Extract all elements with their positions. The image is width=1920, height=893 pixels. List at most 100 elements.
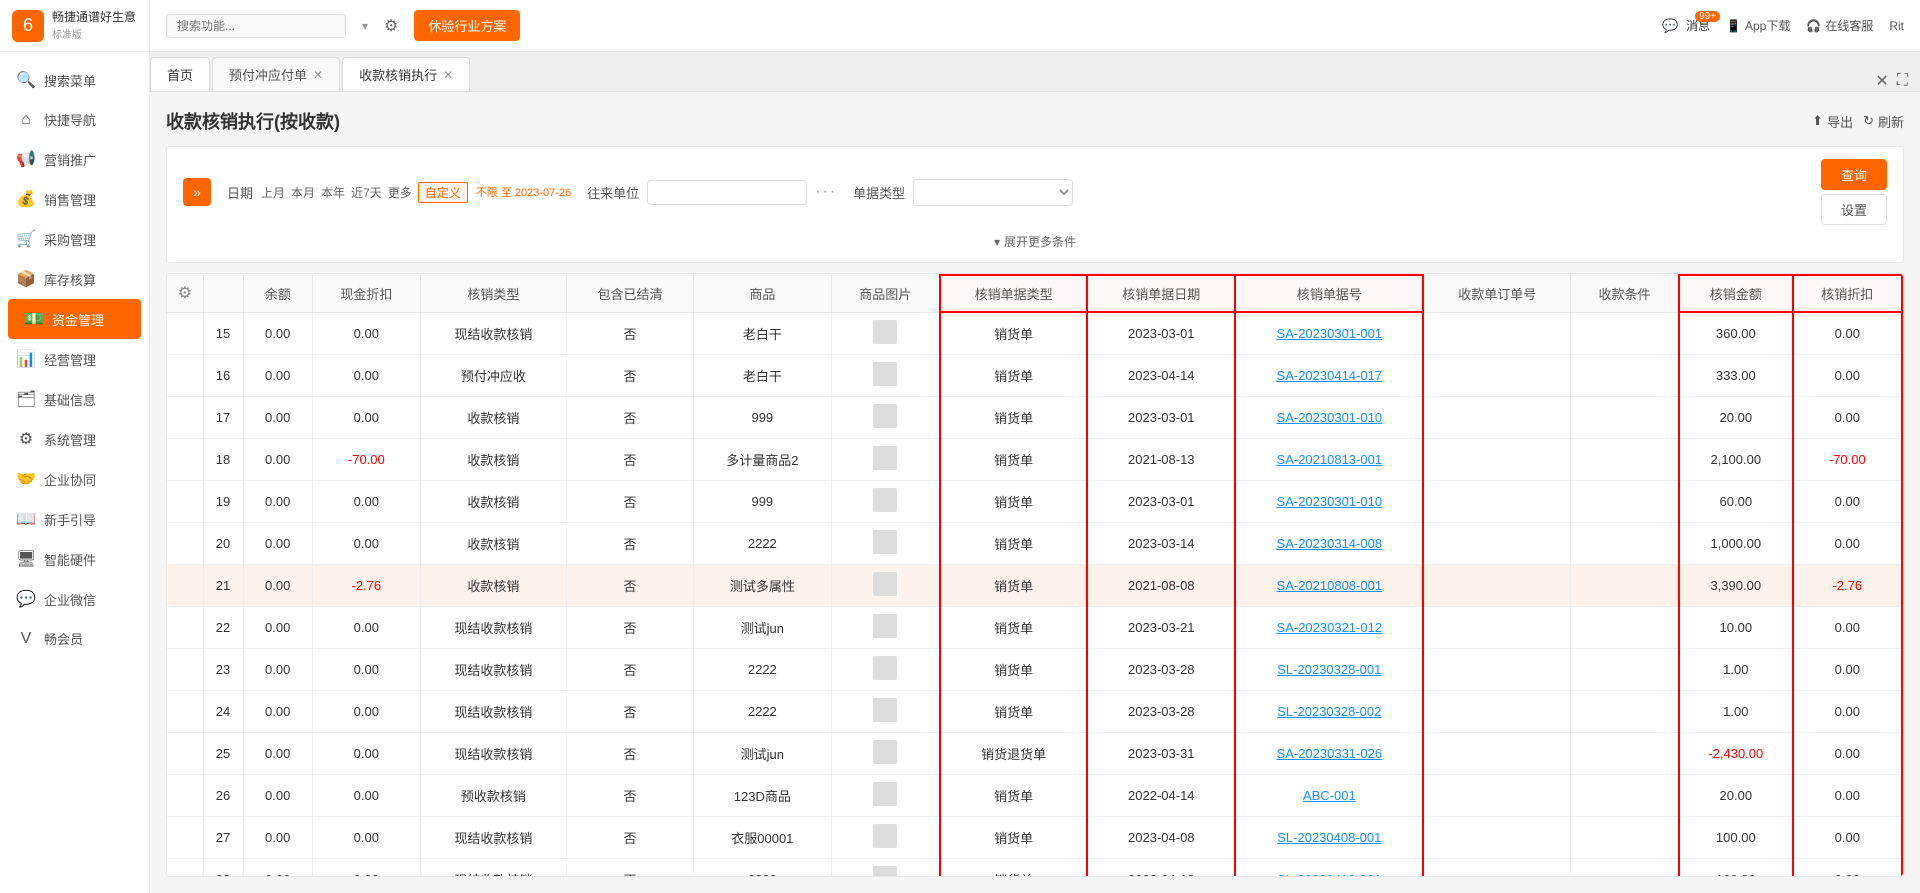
cell-bill-date: 2023-04-14 xyxy=(1087,354,1235,396)
sidebar-item-guide[interactable]: 📖新手引导 xyxy=(0,499,149,539)
filter-expand-more-btn[interactable]: ▾ 展开更多条件 xyxy=(994,233,1076,250)
topbar-search[interactable] xyxy=(166,14,346,38)
cell-seq: 28 xyxy=(203,858,243,877)
refresh-btn[interactable]: ↻ 刷新 xyxy=(1863,112,1904,131)
cell-bill-no[interactable]: SA-20230414-017 xyxy=(1235,354,1423,396)
cell-writeoff-type: 预收款核销 xyxy=(420,774,566,816)
industry-btn[interactable]: 休验行业方案 xyxy=(414,10,520,41)
cell-receipt-order-no xyxy=(1423,438,1570,480)
cell-bill-no[interactable]: SA-20210813-001 xyxy=(1235,438,1423,480)
notify-icon[interactable]: 💬 99+ 消息 xyxy=(1662,17,1710,34)
filter-expand-btn[interactable]: » xyxy=(183,178,211,206)
cell-product-image xyxy=(831,816,940,858)
cell-bill-no[interactable]: SA-20230301-001 xyxy=(1235,312,1423,354)
cell-bill-no[interactable]: SL-20230328-002 xyxy=(1235,690,1423,732)
filter-date-7days[interactable]: 近7天 xyxy=(351,184,382,201)
filter-date-this-month[interactable]: 本月 xyxy=(291,184,315,201)
sidebar-item-member[interactable]: V畅会员 xyxy=(0,619,149,658)
cell-cash-discount: 0.00 xyxy=(312,732,420,774)
tab-prepay[interactable]: 预付冲应付单 ✕ xyxy=(212,57,340,91)
cell-writeoff-discount: 0.00 xyxy=(1793,396,1902,438)
col-settings-icon[interactable]: ⚙ xyxy=(178,285,192,302)
filter-date-last-month[interactable]: 上月 xyxy=(261,184,285,201)
filter-partner-input[interactable] xyxy=(647,180,807,205)
tab-expand-btn[interactable]: ⛶ xyxy=(1897,72,1908,90)
sidebar-item-wechat[interactable]: 💬企业微信 xyxy=(0,579,149,619)
cell-receipt-order-no xyxy=(1423,480,1570,522)
col-product-image: 商品图片 xyxy=(831,275,940,312)
cell-writeoff-type: 现结收款核销 xyxy=(420,648,566,690)
cell-receipt-order-no xyxy=(1423,312,1570,354)
cell-product-image xyxy=(831,732,940,774)
cell-bill-no[interactable]: SA-20210808-001 xyxy=(1235,564,1423,606)
sidebar-item-marketing[interactable]: 📢营销推广 xyxy=(0,139,149,179)
tab-prepay-close-icon[interactable]: ✕ xyxy=(313,68,323,82)
sidebar-item-label-guide: 新手引导 xyxy=(44,510,96,529)
cell-bill-type: 销货单 xyxy=(940,522,1088,564)
sidebar-item-finance[interactable]: 💵资金管理 xyxy=(8,299,141,339)
filter-date-this-year[interactable]: 本年 xyxy=(321,184,345,201)
cell-bill-no[interactable]: SA-20230301-010 xyxy=(1235,396,1423,438)
app-download[interactable]: 📱 App下载 xyxy=(1726,17,1790,34)
cell-writeoff-type: 现结收款核销 xyxy=(420,816,566,858)
sidebar-item-basic[interactable]: 🗂基础信息 xyxy=(0,379,149,419)
cell-bill-no[interactable]: SL-20230418-001 xyxy=(1235,858,1423,877)
sidebar-item-purchase[interactable]: 🛒采购管理 xyxy=(0,219,149,259)
topbar-chevron-icon[interactable]: ▾ xyxy=(362,19,368,33)
col-cash-discount: 现金折扣 xyxy=(312,275,420,312)
tab-writeoff[interactable]: 收款核销执行 ✕ xyxy=(342,57,470,91)
sidebar-item-quicknav[interactable]: ⌂快捷导航 xyxy=(0,100,149,139)
cell-bill-no[interactable]: SA-20230301-010 xyxy=(1235,480,1423,522)
cell-writeoff-discount: 0.00 xyxy=(1793,690,1902,732)
online-service[interactable]: 🎧 在线客服 xyxy=(1806,17,1873,34)
sidebar-item-system[interactable]: ⚙系统管理 xyxy=(0,419,149,459)
cell-product-image xyxy=(831,858,940,877)
sidebar-item-inventory[interactable]: 📦库存核算 xyxy=(0,259,149,299)
cell-bill-no[interactable]: SA-20230331-026 xyxy=(1235,732,1423,774)
cell-bill-no[interactable]: SL-20230328-001 xyxy=(1235,648,1423,690)
filter-receipt-type-select[interactable] xyxy=(913,179,1073,206)
col-settings[interactable]: ⚙ xyxy=(167,275,203,312)
sidebar-item-search[interactable]: 🔍搜索菜单 xyxy=(0,60,149,100)
cell-receipt-cond xyxy=(1570,858,1679,877)
data-table: ⚙ 余额 现金折扣 核销类型 包含已结清 商品 商品图片 核销单据类型 核销单据… xyxy=(167,274,1903,877)
cell-seq: 15 xyxy=(203,312,243,354)
filter-query-btn[interactable]: 查询 xyxy=(1821,159,1887,190)
filter-date-more[interactable]: 更多 xyxy=(388,184,412,201)
cell-seq: 16 xyxy=(203,354,243,396)
sidebar-item-hardware[interactable]: 🖥智能硬件 xyxy=(0,539,149,579)
cell-include-settled: 否 xyxy=(566,858,693,877)
sidebar-item-business[interactable]: 📊经营管理 xyxy=(0,339,149,379)
tab-writeoff-close-icon[interactable]: ✕ xyxy=(443,68,453,82)
cell-balance: 0.00 xyxy=(243,690,312,732)
cell-writeoff-type: 现结收款核销 xyxy=(420,858,566,877)
topbar-gear-icon[interactable]: ⚙ xyxy=(384,16,398,36)
cell-bill-no[interactable]: SA-20230321-012 xyxy=(1235,606,1423,648)
cell-bill-no[interactable]: SA-20230314-008 xyxy=(1235,522,1423,564)
filter-date-links: 上月 本月 本年 近7天 更多 自定义 xyxy=(261,182,468,203)
sidebar-item-collab[interactable]: 🤝企业协同 xyxy=(0,459,149,499)
sidebar-item-sales[interactable]: 💰销售管理 xyxy=(0,179,149,219)
filter-settings-btn[interactable]: 设置 xyxy=(1821,194,1887,225)
filter-date-custom[interactable]: 自定义 xyxy=(418,182,468,203)
filter-receipt-type-group: 单据类型 xyxy=(853,179,1073,206)
export-btn[interactable]: ⬆ 导出 xyxy=(1812,112,1853,131)
cell-bill-no[interactable]: ABC-001 xyxy=(1235,774,1423,816)
cell-include-settled: 否 xyxy=(566,396,693,438)
cell-cash-discount: 0.00 xyxy=(312,816,420,858)
cell-receipt-order-no xyxy=(1423,354,1570,396)
cell-product-image xyxy=(831,690,940,732)
marketing-icon: 📢 xyxy=(16,149,36,169)
logo: 6 畅捷通谱好生意 标准版 xyxy=(0,0,149,52)
page-actions: ⬆ 导出 ↻ 刷新 xyxy=(1812,112,1904,131)
col-balance: 余额 xyxy=(243,275,312,312)
tab-home[interactable]: 首页 xyxy=(150,57,210,91)
filter-more-row: ▾ 展开更多条件 xyxy=(183,233,1887,250)
cell-include-settled: 否 xyxy=(566,564,693,606)
cell-receipt-cond xyxy=(1570,732,1679,774)
cell-product-image xyxy=(831,354,940,396)
cell-bill-no[interactable]: SL-20230408-001 xyxy=(1235,816,1423,858)
filter-bar: » 日期 上月 本月 本年 近7天 更多 自定义 不限 至 2023-07-26… xyxy=(166,146,1904,263)
tab-close-all-btn[interactable]: ✕ xyxy=(1875,71,1888,91)
cell-product: 999 xyxy=(693,480,831,522)
